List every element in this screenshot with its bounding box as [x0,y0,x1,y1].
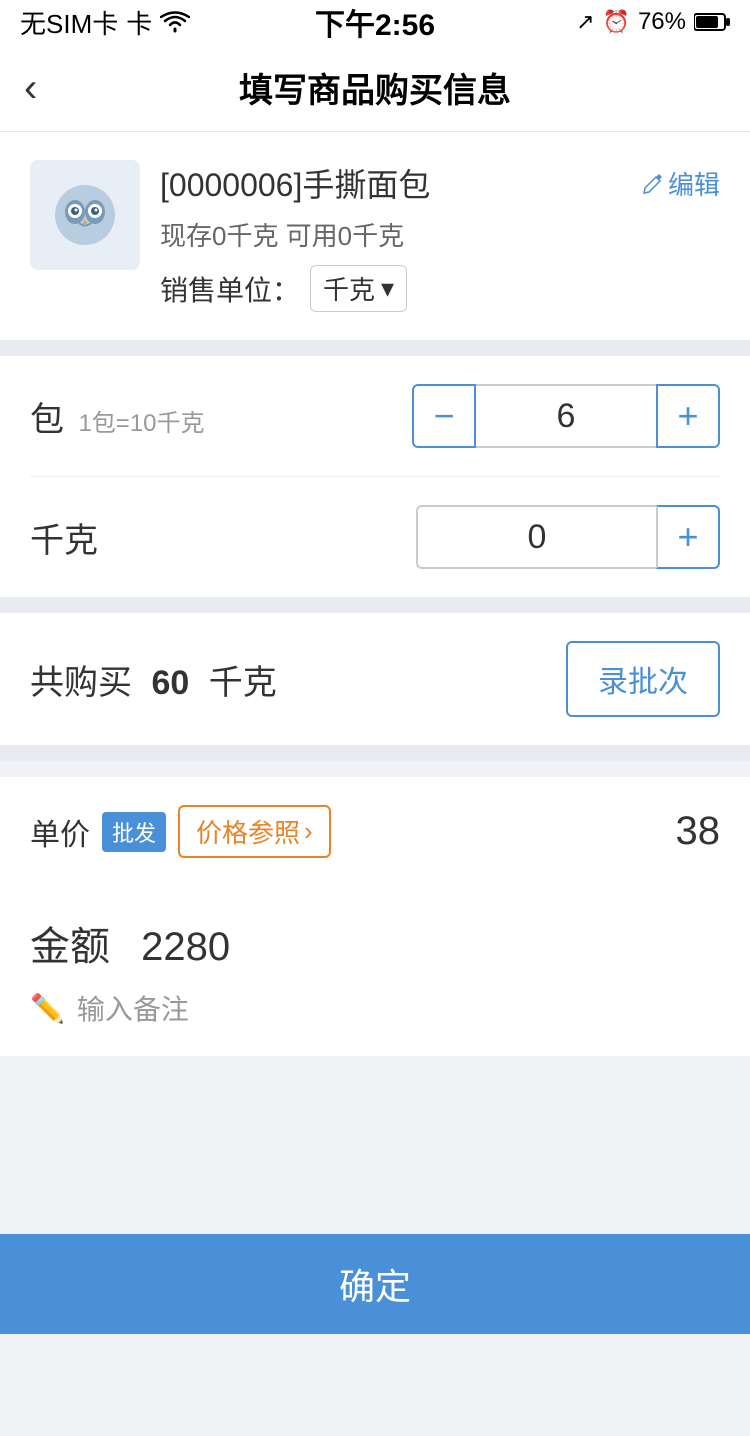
total-section: 共购买 60 千克 录批次 [0,613,750,745]
note-row[interactable]: ✏️ 输入备注 [30,988,720,1056]
batch-button[interactable]: 录批次 [566,641,720,717]
total-prefix: 共购买 [30,664,132,702]
price-label-group: 单价 批发 价格参照 › [30,805,331,858]
back-button[interactable]: ‹ [24,68,37,108]
price-label: 单价 [30,810,90,854]
divider-3 [0,745,750,761]
kg-quantity-input[interactable] [416,505,656,569]
price-reference-button[interactable]: 价格参照 › [178,805,331,858]
carrier-text: 无SIM卡 [20,4,118,41]
unit-selector[interactable]: 千克 ▾ [310,265,407,312]
kg-label-group: 千克 [30,513,98,562]
unit-value: 千克 [323,270,375,307]
total-amount: 60 [151,664,189,702]
quantity-section: 包 1包=10千克 − + 千克 + [0,356,750,597]
price-ref-arrow: › [304,816,313,847]
divider-2 [0,597,750,613]
location-icon: ↗ [576,9,594,35]
price-value: 38 [676,809,721,854]
wifi-icon [160,11,190,33]
pack-plus-button[interactable]: + [656,384,720,448]
amount-value: 2280 [141,925,230,969]
pack-label: 包 [30,401,64,439]
status-right: ↗ ⏰ 76% [576,8,730,36]
note-placeholder: 输入备注 [77,988,189,1028]
status-left: 无SIM卡 卡 [20,4,190,41]
pack-quantity-input[interactable] [476,384,656,448]
nav-bar: ‹ 填写商品购买信息 [0,44,750,132]
status-bar: 无SIM卡 卡 下午2:56 ↗ ⏰ 76% [0,0,750,44]
confirm-button[interactable]: 确定 [0,1234,750,1334]
pencil-icon: ✏️ [30,992,65,1025]
product-image [30,160,140,270]
unit-label: 销售单位： [160,269,300,309]
kg-plus-button[interactable]: + [656,505,720,569]
product-card: [0000006]手撕面包 编辑 现存0千克 可用0千克 销售单位： 千克 ▾ [0,132,750,340]
quantity-row-kg: 千克 + [30,477,720,597]
amount-label: 金额 [30,925,110,969]
product-name: [0000006]手撕面包 [160,160,430,206]
sim-card-icon: 卡 [126,4,152,41]
total-unit: 千克 [209,664,277,702]
pack-label-group: 包 1包=10千克 [30,392,205,441]
price-batch-tag: 批发 [102,812,166,852]
kg-controls: + [416,505,720,569]
quantity-row-pack: 包 1包=10千克 − + [30,356,720,477]
status-time: 下午2:56 [315,0,435,44]
product-logo-icon [50,180,120,250]
pack-minus-button[interactable]: − [412,384,476,448]
battery-icon [694,13,730,31]
product-stock: 现存0千克 可用0千克 [160,216,720,253]
battery-percentage: 76% [638,8,686,36]
pack-controls: − + [412,384,720,448]
unit-dropdown-icon: ▾ [381,273,394,304]
product-edit-button[interactable]: 编辑 [642,165,720,202]
divider-1 [0,340,750,356]
product-title-row: [0000006]手撕面包 编辑 [160,160,720,206]
total-text: 共购买 60 千克 [30,655,277,704]
pack-hint: 1包=10千克 [78,410,204,437]
edit-icon [642,172,664,194]
page-title: 填写商品购买信息 [239,63,511,112]
product-unit-row: 销售单位： 千克 ▾ [160,265,720,312]
price-section: 单价 批发 价格参照 › 38 [0,777,750,886]
amount-row: 金额 2280 [30,914,720,988]
amount-note-section: 金额 2280 ✏️ 输入备注 [0,886,750,1056]
price-ref-label: 价格参照 [196,813,300,850]
alarm-icon: ⏰ [603,9,630,35]
product-info: [0000006]手撕面包 编辑 现存0千克 可用0千克 销售单位： 千克 ▾ [160,160,720,312]
kg-label: 千克 [30,522,98,560]
